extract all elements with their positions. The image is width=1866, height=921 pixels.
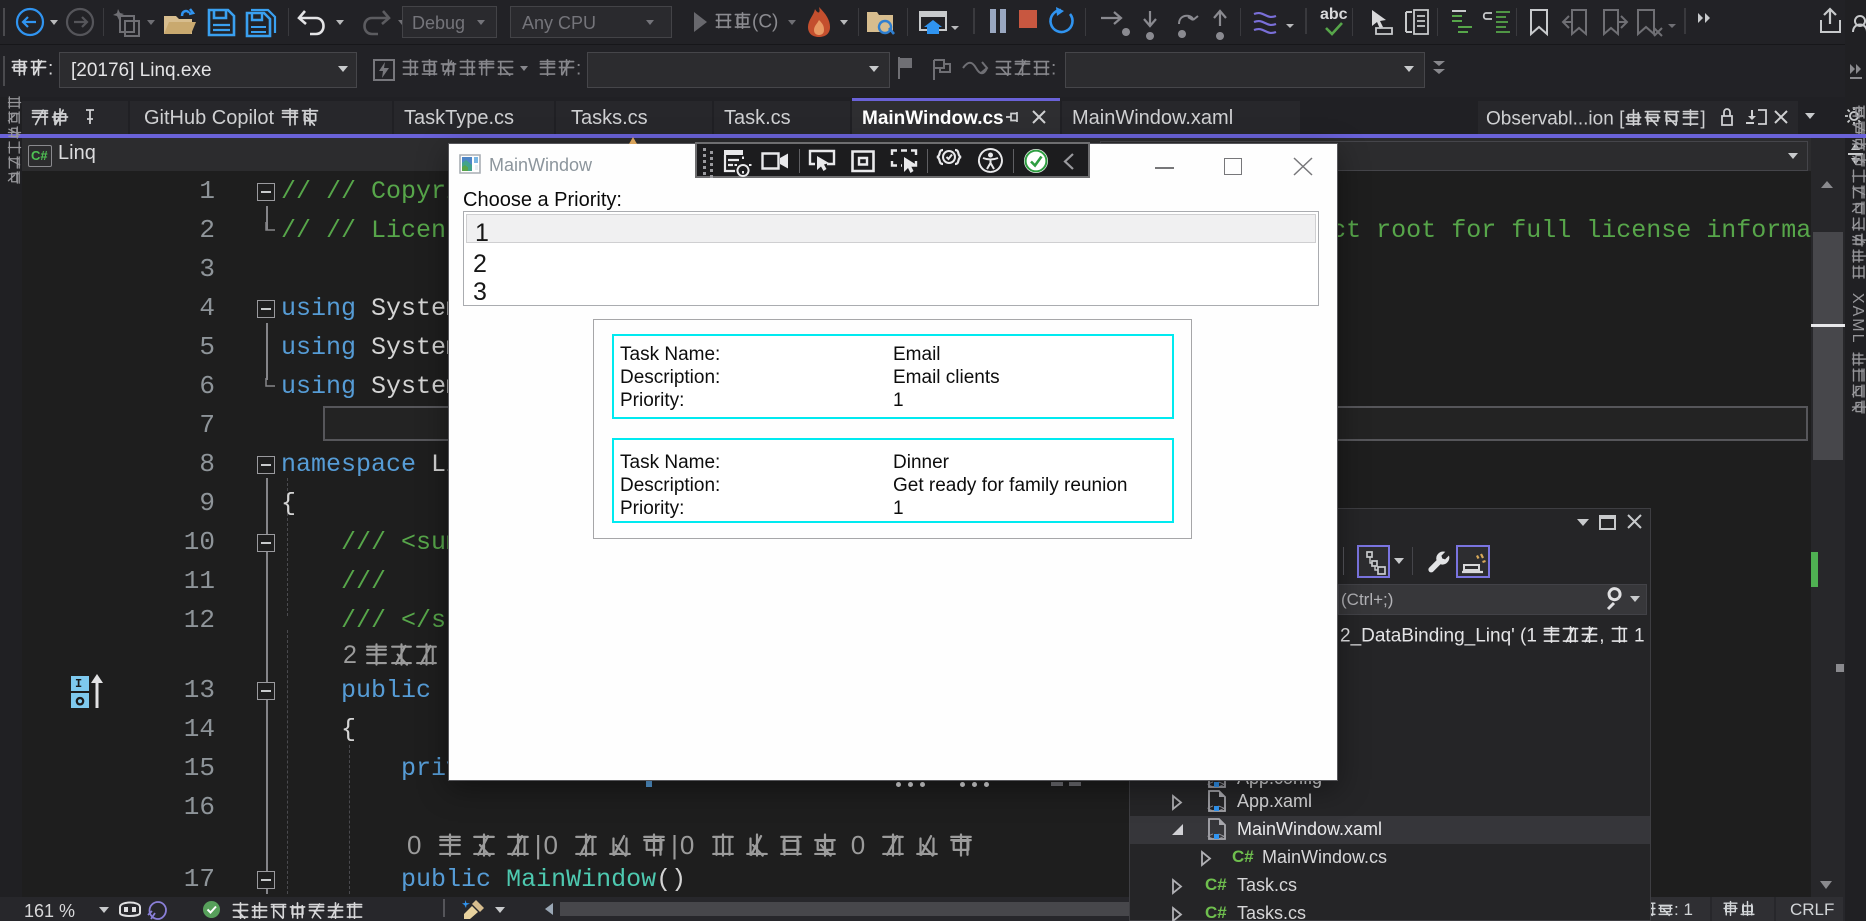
svg-text:<: <: [1207, 832, 1214, 844]
svg-text:<: <: [1207, 804, 1214, 816]
